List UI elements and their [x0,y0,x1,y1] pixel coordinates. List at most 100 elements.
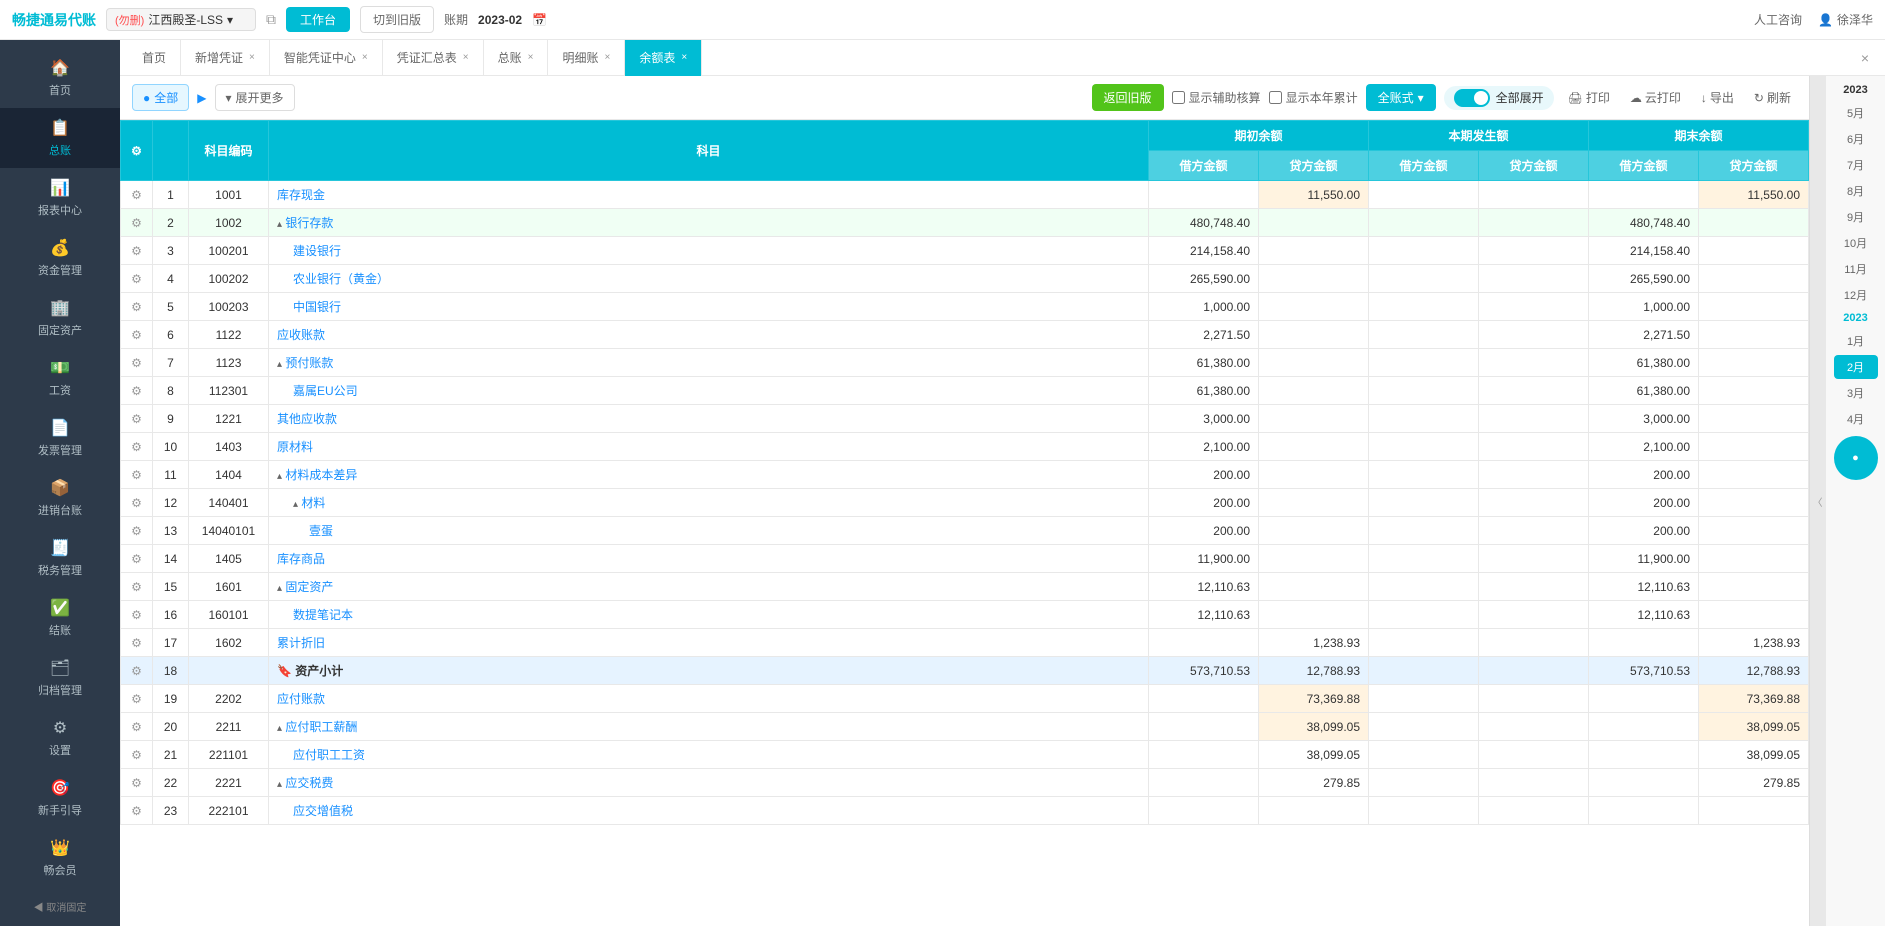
tab-ledger-close[interactable]: × [528,52,534,63]
unpin-label[interactable]: ◀ 取消固定 [34,899,87,914]
row-name-link[interactable]: 材料成本差异 [285,468,357,482]
sidebar-item-archive[interactable]: 🗂 归档管理 [0,648,120,708]
row-name[interactable]: 壹蛋 [269,517,1149,545]
right-sidebar-month-6[interactable]: 6月 [1834,127,1878,151]
row-name[interactable]: ▴ 应交税费 [269,769,1149,797]
right-sidebar-month-11[interactable]: 11月 [1834,257,1878,281]
switch-version-button[interactable]: 切到旧版 [360,6,434,33]
right-sidebar-month-9[interactable]: 9月 [1834,205,1878,229]
row-settings[interactable]: ⚙ [121,629,153,657]
sidebar-item-salary[interactable]: 💵 工资 [0,348,120,408]
row-settings[interactable]: ⚙ [121,433,153,461]
consult-label[interactable]: 人工咨询 [1754,11,1802,28]
row-name-link[interactable]: 材料 [301,496,325,510]
current-period-circle[interactable]: ● [1834,436,1878,480]
expand-all-toggle[interactable]: 全部展开 [1444,86,1554,110]
sidebar-item-home[interactable]: 🏠 首页 [0,48,120,108]
right-sidebar-month-12[interactable]: 12月 [1834,283,1878,307]
copy-icon[interactable]: ⧉ [266,11,276,28]
tab-balance-close[interactable]: × [681,52,687,63]
row-name-link[interactable]: 应付账款 [277,692,325,706]
right-sidebar-month-5[interactable]: 5月 [1834,101,1878,125]
show-aux-checkbox[interactable]: 显示辅助核算 [1172,89,1261,106]
row-settings[interactable]: ⚙ [121,545,153,573]
sidebar-item-guide[interactable]: 🎯 新手引导 [0,768,120,828]
export-button[interactable]: ↓ 导出 [1695,85,1740,110]
sidebar-item-sales[interactable]: 📦 进销台账 [0,468,120,528]
row-settings[interactable]: ⚙ [121,685,153,713]
row-settings[interactable]: ⚙ [121,265,153,293]
row-name-link[interactable]: 应付职工工资 [293,748,365,762]
row-name-link[interactable]: 银行存款 [285,216,333,230]
right-sidebar-month-3[interactable]: 3月 [1834,381,1878,405]
row-name[interactable]: 应收账款 [269,321,1149,349]
sidebar-item-member[interactable]: 👑 畅会员 [0,828,120,888]
row-name[interactable]: 应付职工工资 [269,741,1149,769]
row-settings[interactable]: ⚙ [121,741,153,769]
row-name-link[interactable]: 应付职工薪酬 [285,720,357,734]
show-year-input[interactable] [1269,91,1282,104]
row-name-link[interactable]: 应交税费 [285,776,333,790]
sidebar-item-tax[interactable]: 🧾 税务管理 [0,528,120,588]
row-name[interactable]: ▴ 材料成本差异 [269,461,1149,489]
sidebar-item-fixed[interactable]: 🏢 固定资产 [0,288,120,348]
row-name-link[interactable]: 其他应收款 [277,412,337,426]
row-name-link[interactable]: 累计折旧 [277,636,325,650]
row-name[interactable]: 库存商品 [269,545,1149,573]
style-button[interactable]: 全账式 ▾ [1366,84,1436,111]
expand-button[interactable]: ▾ 展开更多 [215,84,295,111]
refresh-button[interactable]: ↻ 刷新 [1748,85,1797,110]
tab-voucher-summary[interactable]: 凭证汇总表 × [383,40,484,76]
toggle-switch[interactable] [1454,89,1490,107]
row-settings[interactable]: ⚙ [121,517,153,545]
row-settings[interactable]: ⚙ [121,461,153,489]
tab-balance[interactable]: 余额表 × [625,40,702,76]
all-filter-button[interactable]: ● 全部 [132,84,189,111]
tab-ledger[interactable]: 总账 × [484,40,549,76]
tab-smart-verify[interactable]: 智能凭证中心 × [270,40,383,76]
row-settings[interactable]: ⚙ [121,573,153,601]
row-name[interactable]: 原材料 [269,433,1149,461]
right-sidebar-month-8[interactable]: 8月 [1834,179,1878,203]
tab-voucher-summary-close[interactable]: × [463,52,469,63]
row-settings[interactable]: ⚙ [121,377,153,405]
row-settings[interactable]: ⚙ [121,237,153,265]
row-name[interactable]: ▴ 材料 [269,489,1149,517]
tab-add-voucher-close[interactable]: × [249,52,255,63]
row-name[interactable]: ▴ 预付账款 [269,349,1149,377]
row-name-link[interactable]: 建设银行 [293,244,341,258]
row-name-link[interactable]: 原材料 [277,440,313,454]
row-name-link[interactable]: 农业银行（黄金） [293,272,389,286]
row-settings[interactable]: ⚙ [121,209,153,237]
row-name-link[interactable]: 壹蛋 [309,524,333,538]
row-name[interactable]: 嘉属EU公司 [269,377,1149,405]
row-settings[interactable]: ⚙ [121,293,153,321]
right-sidebar-expand[interactable]: 〈 [1809,76,1825,926]
row-settings[interactable]: ⚙ [121,181,153,209]
tab-add-voucher[interactable]: 新增凭证 × [181,40,270,76]
sidebar-item-ledger[interactable]: 📋 总账 [0,108,120,168]
cloud-print-button[interactable]: ☁ 云打印 [1624,85,1687,110]
sidebar-item-closing[interactable]: ✅ 结账 [0,588,120,648]
tab-smart-verify-close[interactable]: × [362,52,368,63]
row-name-link[interactable]: 库存商品 [277,552,325,566]
print-button[interactable]: 🖨 打印 [1562,85,1616,110]
right-sidebar-month-4[interactable]: 4月 [1834,407,1878,431]
row-name-link[interactable]: 应收账款 [277,328,325,342]
row-settings[interactable]: ⚙ [121,797,153,825]
balance-table-wrapper[interactable]: ⚙ 科目编码 科目 期初余额 本期发生额 期末余额 借方金额 贷方金额 [120,120,1809,926]
row-name[interactable]: 累计折旧 [269,629,1149,657]
row-settings[interactable]: ⚙ [121,489,153,517]
row-name[interactable]: 建设银行 [269,237,1149,265]
row-name[interactable]: 应付账款 [269,685,1149,713]
row-name[interactable]: 农业银行（黄金） [269,265,1149,293]
row-name-link[interactable]: 嘉属EU公司 [293,384,358,398]
tab-bar-close[interactable]: × [1853,50,1877,66]
tab-detail-close[interactable]: × [604,52,610,63]
row-name[interactable]: 其他应收款 [269,405,1149,433]
row-name-link[interactable]: 数提笔记本 [293,608,353,622]
row-name[interactable]: ▴ 固定资产 [269,573,1149,601]
row-settings[interactable]: ⚙ [121,601,153,629]
row-settings[interactable]: ⚙ [121,321,153,349]
sidebar-item-invoice[interactable]: 📄 发票管理 [0,408,120,468]
